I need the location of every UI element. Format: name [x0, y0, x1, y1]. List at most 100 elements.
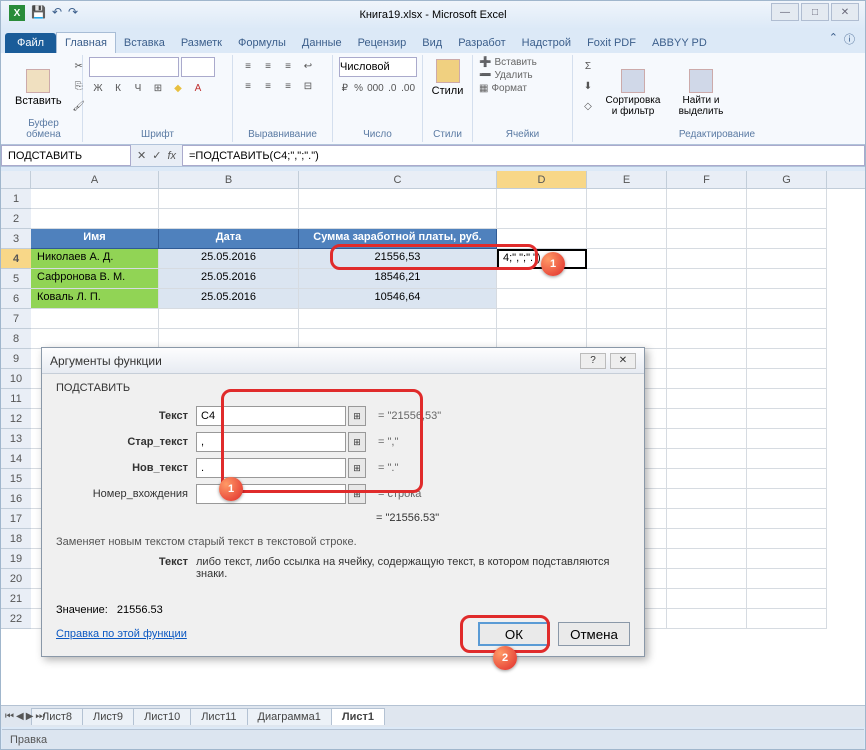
col-header-d[interactable]: D	[497, 171, 587, 188]
ok-button[interactable]: ОК	[478, 622, 550, 646]
redo-icon[interactable]: ↷	[68, 5, 78, 19]
cells-insert-button[interactable]: ➕Вставить	[479, 57, 566, 68]
row-header[interactable]: 2	[1, 209, 31, 229]
fx-icon[interactable]: fx	[167, 150, 176, 162]
fill-color-icon[interactable]: ◆	[169, 79, 187, 97]
sheet-nav-last-icon[interactable]: ⏭	[35, 711, 44, 722]
tab-abbyy[interactable]: ABBYY PD	[644, 33, 715, 53]
file-tab[interactable]: Файл	[5, 33, 56, 53]
row-header[interactable]: 5	[1, 269, 31, 289]
row-header[interactable]: 13	[1, 429, 31, 449]
row-header[interactable]: 9	[1, 349, 31, 369]
cells-delete-button[interactable]: ➖Удалить	[479, 70, 566, 81]
row-header[interactable]: 22	[1, 609, 31, 629]
increase-decimal-icon[interactable]: .0	[386, 79, 398, 97]
tab-layout[interactable]: Разметк	[173, 33, 230, 53]
undo-icon[interactable]: ↶	[52, 5, 62, 19]
sheet-tab[interactable]: Диаграмма1	[247, 708, 332, 725]
row-header[interactable]: 15	[1, 469, 31, 489]
tab-home[interactable]: Главная	[56, 32, 116, 53]
cell-c6[interactable]: 10546,64	[299, 289, 497, 309]
paste-button[interactable]: Вставить	[11, 57, 66, 118]
cell-b4[interactable]: 25.05.2016	[159, 249, 299, 269]
tab-developer[interactable]: Разработ	[450, 33, 513, 53]
row-header[interactable]: 10	[1, 369, 31, 389]
comma-icon[interactable]: 000	[366, 79, 384, 97]
cell-c4[interactable]: 21556,53	[299, 249, 497, 269]
tab-view[interactable]: Вид	[414, 33, 450, 53]
range-picker-icon[interactable]: ⊞	[348, 458, 366, 478]
cell-c5[interactable]: 18546,21	[299, 269, 497, 289]
arg-input-1[interactable]	[196, 432, 346, 452]
help-icon[interactable]: ⓘ	[844, 31, 855, 47]
col-header-b[interactable]: B	[159, 171, 299, 188]
cells-format-button[interactable]: ▦Формат	[479, 83, 566, 94]
tab-insert[interactable]: Вставка	[116, 33, 173, 53]
range-picker-icon[interactable]: ⊞	[348, 406, 366, 426]
tab-formulas[interactable]: Формулы	[230, 33, 294, 53]
row-header[interactable]: 21	[1, 589, 31, 609]
currency-icon[interactable]: ₽	[339, 79, 351, 97]
col-header-g[interactable]: G	[747, 171, 827, 188]
align-right-icon[interactable]: ≡	[279, 77, 297, 95]
close-button[interactable]: ✕	[831, 3, 859, 21]
sheet-tab[interactable]: Лист11	[190, 708, 247, 725]
table-header-name[interactable]: Имя	[31, 229, 159, 249]
sheet-nav-first-icon[interactable]: ⏮	[5, 711, 14, 722]
italic-button[interactable]: К	[109, 79, 127, 97]
underline-button[interactable]: Ч	[129, 79, 147, 97]
sheet-tab-active[interactable]: Лист1	[331, 708, 385, 725]
sheet-nav-next-icon[interactable]: ▶	[26, 711, 34, 722]
tab-foxit[interactable]: Foxit PDF	[579, 33, 644, 53]
percent-icon[interactable]: %	[353, 79, 365, 97]
row-header[interactable]: 20	[1, 569, 31, 589]
tab-addins[interactable]: Надстрой	[514, 33, 579, 53]
cell-a5[interactable]: Сафронова В. М.	[31, 269, 159, 289]
formula-bar[interactable]	[182, 145, 865, 166]
row-header[interactable]: 3	[1, 229, 31, 249]
decrease-decimal-icon[interactable]: .00	[400, 79, 416, 97]
range-picker-icon[interactable]: ⊞	[348, 484, 366, 504]
arg-input-2[interactable]	[196, 458, 346, 478]
cancel-formula-icon[interactable]: ✕	[137, 149, 146, 162]
align-bottom-icon[interactable]: ≡	[279, 57, 297, 75]
sheet-tab[interactable]: Лист9	[82, 708, 134, 725]
align-top-icon[interactable]: ≡	[239, 57, 257, 75]
align-left-icon[interactable]: ≡	[239, 77, 257, 95]
table-header-sum[interactable]: Сумма заработной платы, руб.	[299, 229, 497, 249]
maximize-button[interactable]: □	[801, 3, 829, 21]
font-name-select[interactable]	[89, 57, 179, 77]
font-size-select[interactable]	[181, 57, 215, 77]
align-middle-icon[interactable]: ≡	[259, 57, 277, 75]
row-header[interactable]: 11	[1, 389, 31, 409]
font-color-icon[interactable]: A	[189, 79, 207, 97]
minimize-button[interactable]: —	[771, 3, 799, 21]
name-box[interactable]	[1, 145, 131, 166]
row-header[interactable]: 7	[1, 309, 31, 329]
cancel-button[interactable]: Отмена	[558, 622, 630, 646]
wrap-text-icon[interactable]: ↩	[299, 57, 317, 75]
cell-a6[interactable]: Коваль Л. П.	[31, 289, 159, 309]
cell-b6[interactable]: 25.05.2016	[159, 289, 299, 309]
number-format-select[interactable]	[339, 57, 417, 77]
merge-icon[interactable]: ⊟	[299, 77, 317, 95]
row-header[interactable]: 12	[1, 409, 31, 429]
accept-formula-icon[interactable]: ✓	[152, 149, 161, 162]
dialog-help-button[interactable]: ?	[580, 353, 606, 369]
row-header[interactable]: 18	[1, 529, 31, 549]
bold-button[interactable]: Ж	[89, 79, 107, 97]
col-header-e[interactable]: E	[587, 171, 667, 188]
tab-data[interactable]: Данные	[294, 33, 350, 53]
col-header-f[interactable]: F	[667, 171, 747, 188]
col-header-c[interactable]: C	[299, 171, 497, 188]
col-header-a[interactable]: A	[31, 171, 159, 188]
arg-input-0[interactable]	[196, 406, 346, 426]
table-header-date[interactable]: Дата	[159, 229, 299, 249]
row-header[interactable]: 4	[1, 249, 31, 269]
sheet-nav-prev-icon[interactable]: ◀	[16, 711, 24, 722]
minimize-ribbon-icon[interactable]: ⌃	[829, 31, 838, 47]
styles-button[interactable]: Стили	[429, 57, 466, 99]
sheet-tab[interactable]: Лист10	[133, 708, 191, 725]
cell-b5[interactable]: 25.05.2016	[159, 269, 299, 289]
dialog-help-link[interactable]: Справка по этой функции	[56, 628, 187, 640]
